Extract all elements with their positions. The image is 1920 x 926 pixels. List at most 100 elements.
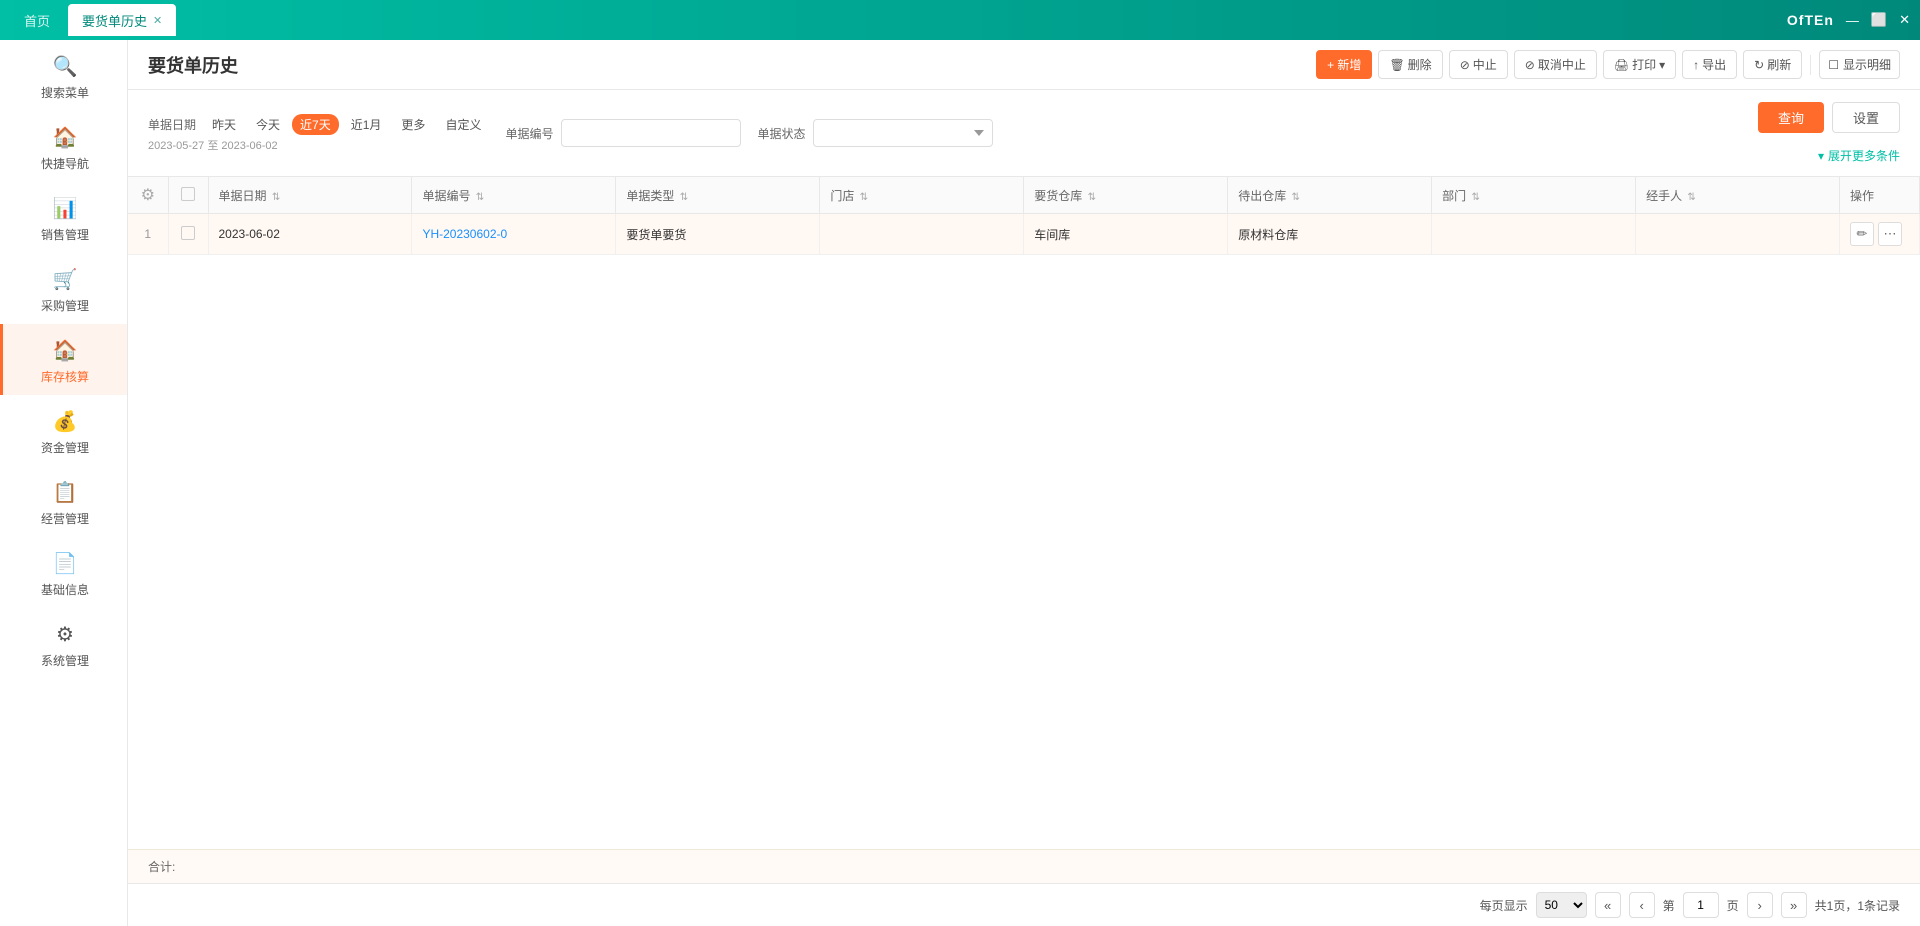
filter-settings-button[interactable]: 设置 — [1832, 102, 1900, 133]
sidebar-item-sales[interactable]: 📊 销售管理 — [0, 182, 127, 253]
row-checkbox[interactable] — [181, 226, 195, 240]
display-cell-button[interactable]: ☐ 显示明细 — [1819, 50, 1900, 79]
row-checkbox-cell[interactable] — [168, 214, 208, 255]
purchase-icon: 🛒 — [53, 267, 78, 292]
toolbar: + 新增 🗑 删除 ⊘ 中止 ⊘ 取消中止 🖨 打印 ▾ — [1316, 50, 1900, 79]
tab-bar: 首页 要货单历史 ✕ — [10, 4, 1787, 36]
col-pending-wh-header[interactable]: 待出仓库 ⇅ — [1228, 177, 1432, 214]
col-checkbox-header[interactable] — [168, 177, 208, 214]
new-button[interactable]: + 新增 — [1316, 50, 1372, 79]
row-more-button[interactable]: ⋯ — [1878, 222, 1902, 246]
date-btn-7days[interactable]: 近7天 — [292, 114, 339, 135]
toolbar-divider — [1810, 55, 1811, 75]
per-page-select[interactable]: 50 10 20 100 — [1536, 892, 1587, 918]
row-dept — [1432, 214, 1636, 255]
page-suffix: 页 — [1727, 897, 1739, 914]
doc-no-filter-group: 单据编号 — [505, 119, 741, 147]
col-pending-wh-sort-icon: ⇅ — [1292, 192, 1300, 203]
col-store-sort-icon: ⇅ — [860, 192, 868, 203]
last-page-button[interactable]: » — [1781, 892, 1807, 918]
maximize-icon[interactable]: ⬜ — [1871, 12, 1887, 28]
sidebar-item-inventory[interactable]: 🏠 库存核算 — [0, 324, 127, 395]
table-container[interactable]: ⚙ 单据日期 ⇅ 单据编号 ⇅ — [128, 177, 1920, 849]
print-chevron-icon: ▾ — [1659, 58, 1665, 72]
sidebar-item-purchase[interactable]: 🛒 采购管理 — [0, 253, 127, 324]
brand-logo: OfTEn — [1787, 12, 1834, 28]
data-table: ⚙ 单据日期 ⇅ 单据编号 ⇅ — [128, 177, 1920, 255]
col-handler-header[interactable]: 经手人 ⇅ — [1636, 177, 1840, 214]
content-area: 要货单历史 + 新增 🗑 删除 ⊘ 中止 ⊘ 取消中止 🖨 打印 — [128, 40, 1920, 926]
stop-icon: ⊘ — [1460, 58, 1470, 72]
sidebar-inventory-label: 库存核算 — [41, 368, 89, 385]
date-btn-1month[interactable]: 近1月 — [343, 114, 390, 135]
expand-more-label: 展开更多条件 — [1828, 147, 1900, 164]
table-footer: 合计: — [128, 849, 1920, 883]
stop-button[interactable]: ⊘ 中止 — [1449, 50, 1508, 79]
tab-home[interactable]: 首页 — [10, 4, 64, 36]
col-handler-label: 经手人 — [1646, 189, 1682, 203]
date-filter-buttons: 昨天 今天 近7天 近1月 更多 自定义 — [204, 114, 489, 135]
refresh-button[interactable]: ↻ 刷新 — [1743, 50, 1802, 79]
first-page-button[interactable]: « — [1595, 892, 1621, 918]
sidebar-sales-label: 销售管理 — [41, 226, 89, 243]
col-date-label: 单据日期 — [219, 189, 267, 203]
doc-no-input[interactable] — [561, 119, 741, 147]
minimize-icon[interactable]: — — [1846, 13, 1859, 28]
doc-no-label: 单据编号 — [505, 125, 553, 142]
export-button[interactable]: ↑ 导出 — [1682, 50, 1737, 79]
date-range-text: 2023-05-27 至 2023-06-02 — [148, 137, 489, 153]
col-pending-wh-label: 待出仓库 — [1238, 189, 1286, 203]
prev-page-button[interactable]: ‹ — [1629, 892, 1655, 918]
table-body: 1 2023-06-02 YH-20230602-0 要货单要货 车间库 原材料… — [128, 214, 1920, 255]
cancel-stop-icon: ⊘ — [1525, 58, 1535, 72]
date-btn-yesterday[interactable]: 昨天 — [204, 114, 244, 135]
row-handler — [1636, 214, 1840, 255]
status-select[interactable] — [813, 119, 993, 147]
sidebar-item-system[interactable]: ⚙ 系统管理 — [0, 608, 127, 679]
window-close-icon[interactable]: ✕ — [1899, 12, 1910, 28]
col-req-wh-label: 要货仓库 — [1034, 189, 1082, 203]
row-docno-link[interactable]: YH-20230602-0 — [422, 227, 507, 241]
row-date: 2023-06-02 — [208, 214, 412, 255]
date-btn-custom[interactable]: 自定义 — [437, 114, 489, 135]
row-index: 1 — [128, 214, 168, 255]
col-doctype-header[interactable]: 单据类型 ⇅ — [616, 177, 820, 214]
expand-more-button[interactable]: ▾ 展开更多条件 — [1818, 147, 1900, 164]
total-info: 共1页，1条记录 — [1815, 897, 1900, 914]
sales-icon: 📊 — [53, 196, 78, 221]
row-docno[interactable]: YH-20230602-0 — [412, 214, 616, 255]
cancel-stop-button[interactable]: ⊘ 取消中止 — [1514, 50, 1597, 79]
display-cell-checkbox[interactable]: ☐ — [1828, 58, 1839, 72]
tab-close-icon[interactable]: ✕ — [153, 14, 162, 27]
col-store-header[interactable]: 门店 ⇅ — [820, 177, 1024, 214]
col-dept-header[interactable]: 部门 ⇅ — [1432, 177, 1636, 214]
print-label: 打印 — [1632, 56, 1656, 73]
page-input[interactable] — [1683, 892, 1719, 918]
print-button[interactable]: 🖨 打印 ▾ — [1603, 50, 1676, 79]
sidebar-item-operation[interactable]: 📋 经营管理 — [0, 466, 127, 537]
query-button[interactable]: 查询 — [1758, 102, 1824, 133]
column-settings-icon[interactable]: ⚙ — [141, 187, 155, 204]
row-pending-wh: 原材料仓库 — [1228, 214, 1432, 255]
col-date-header[interactable]: 单据日期 ⇅ — [208, 177, 412, 214]
col-dept-label: 部门 — [1442, 189, 1466, 203]
date-btn-today[interactable]: 今天 — [248, 114, 288, 135]
inventory-icon: 🏠 — [53, 338, 78, 363]
date-btn-more[interactable]: 更多 — [393, 114, 433, 135]
filter-right: 查询 设置 ▾ 展开更多条件 — [1758, 102, 1900, 164]
row-edit-button[interactable]: ✏ — [1850, 222, 1874, 246]
col-dept-sort-icon: ⇅ — [1471, 192, 1479, 203]
sidebar-item-quick-nav[interactable]: 🏠 快捷导航 — [0, 111, 127, 182]
sidebar-item-finance[interactable]: 💰 资金管理 — [0, 395, 127, 466]
col-settings[interactable]: ⚙ — [128, 177, 168, 214]
tab-requisition-label: 要货单历史 — [82, 11, 147, 30]
delete-button[interactable]: 🗑 删除 — [1378, 50, 1442, 79]
sidebar-item-base-info[interactable]: 📄 基础信息 — [0, 537, 127, 608]
col-req-wh-header[interactable]: 要货仓库 ⇅ — [1024, 177, 1228, 214]
sidebar-item-search[interactable]: 🔍 搜索菜单 — [0, 40, 127, 111]
select-all-checkbox[interactable] — [181, 187, 195, 201]
chevron-down-icon: ▾ — [1818, 149, 1824, 163]
col-docno-header[interactable]: 单据编号 ⇅ — [412, 177, 616, 214]
next-page-button[interactable]: › — [1747, 892, 1773, 918]
tab-requisition-history[interactable]: 要货单历史 ✕ — [68, 4, 176, 36]
